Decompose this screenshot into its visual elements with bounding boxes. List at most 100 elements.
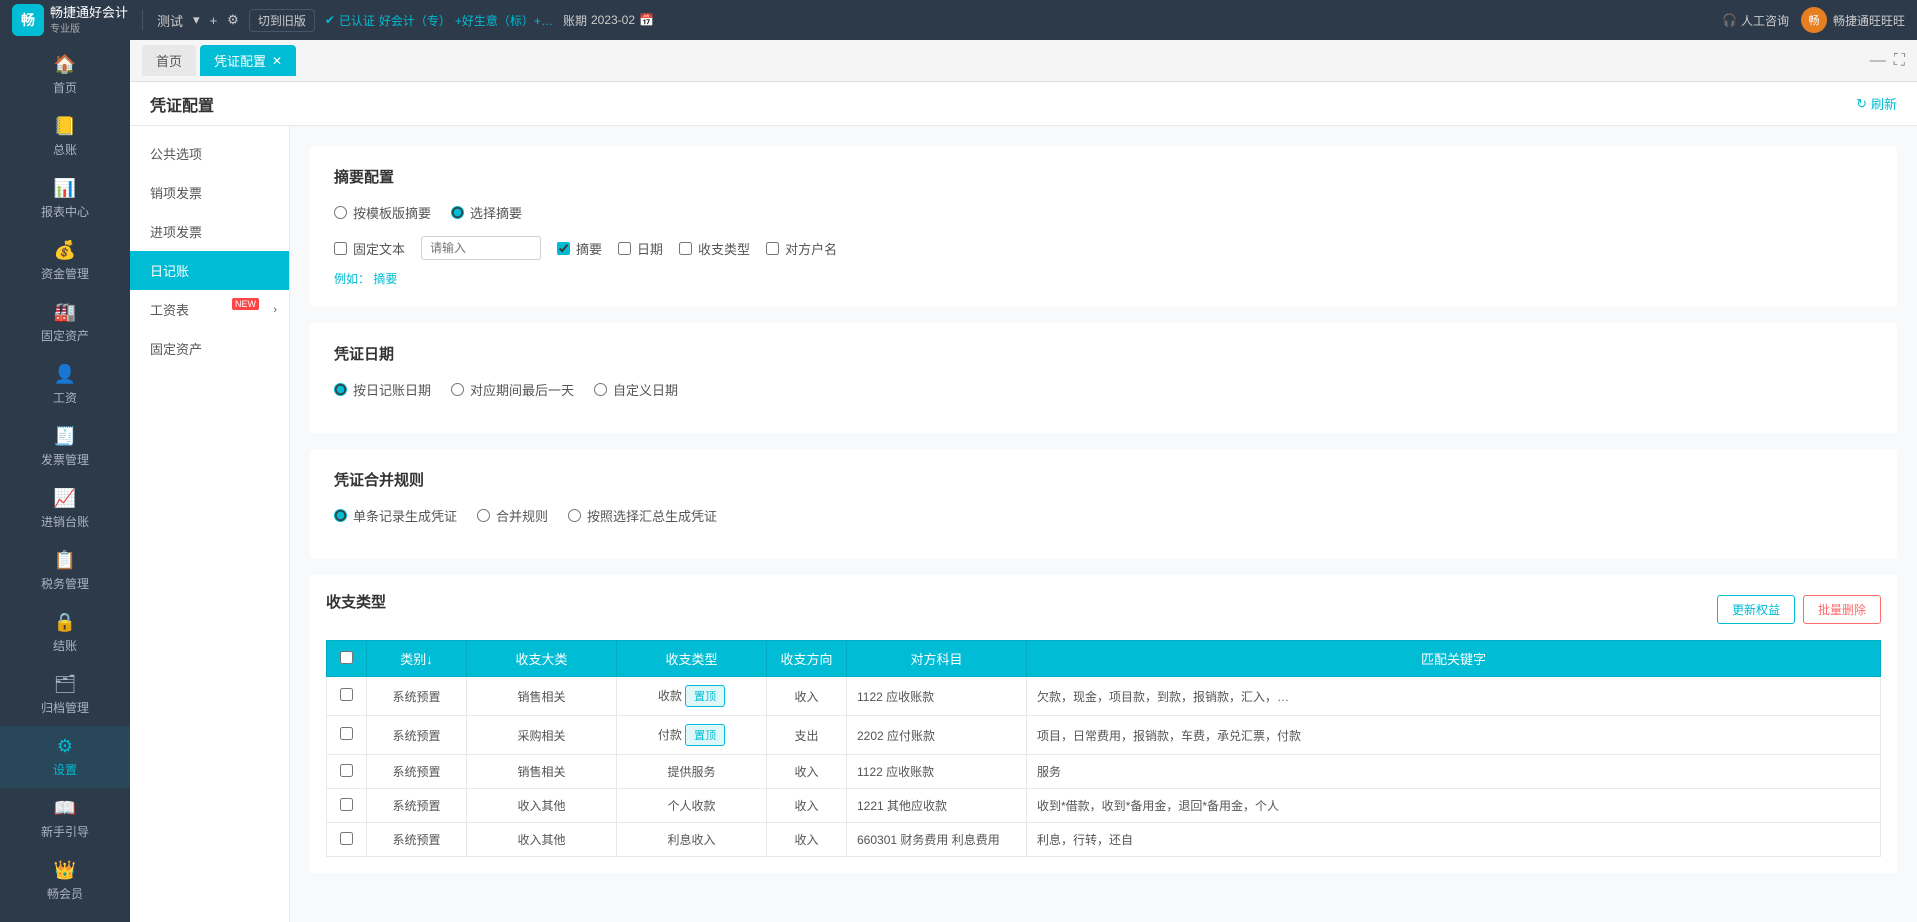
col-check[interactable] <box>327 641 367 677</box>
user-name: 畅捷通旺旺旺 <box>1833 12 1905 29</box>
summary-radio-group: 按模板版摘要 选择摘要 <box>334 203 1873 222</box>
check-income-type[interactable]: 收支类型 <box>679 239 750 258</box>
row-direction-2: 收入 <box>767 755 847 789</box>
row-checkbox-4[interactable] <box>340 832 353 845</box>
sidebar: 🏠 首页 📒 总账 📊 报表中心 💰 资金管理 🏭 固定资产 👤 工资 🧾 发票… <box>0 40 130 922</box>
row-check-3[interactable] <box>327 789 367 823</box>
add-icon[interactable]: + <box>210 13 218 28</box>
check-counterpart-input[interactable] <box>766 242 779 255</box>
tab-voucher-config[interactable]: 凭证配置 ✕ <box>200 45 296 76</box>
row-keywords-4: 利息，行转，还自 <box>1027 823 1881 857</box>
col-type: 收支类型 <box>617 641 767 677</box>
radio-custom-date-input[interactable] <box>594 383 607 396</box>
nav-item-payroll[interactable]: 工资表 NEW › <box>130 290 289 329</box>
sidebar-item-member[interactable]: 👑 畅会员 <box>0 850 130 912</box>
row-direction-0: 收入 <box>767 677 847 716</box>
row-category-3: 系统预置 <box>367 789 467 823</box>
settings-icon[interactable]: ⚙ <box>227 12 239 28</box>
user-menu[interactable]: 畅 畅捷通旺旺旺 <box>1801 7 1905 33</box>
nav-item-sales-invoice[interactable]: 销项发票 <box>130 173 289 212</box>
update-btn[interactable]: 更新权益 <box>1717 595 1795 624</box>
nav-item-public[interactable]: 公共选项 <box>130 134 289 173</box>
service-btn[interactable]: 🎧 人工咨询 <box>1722 12 1789 29</box>
check-summary-input[interactable] <box>557 242 570 255</box>
headphone-icon: 🎧 <box>1722 13 1737 27</box>
radio-diary-date-input[interactable] <box>334 383 347 396</box>
radio-period-last[interactable]: 对应期间最后一天 <box>451 380 574 399</box>
select-all-checkbox[interactable] <box>340 651 353 664</box>
radio-single-record[interactable]: 单条记录生成凭证 <box>334 506 457 525</box>
row-major-4: 收入其他 <box>467 823 617 857</box>
sidebar-item-assets[interactable]: 🏭 固定资产 <box>0 292 130 354</box>
row-keywords-2: 服务 <box>1027 755 1881 789</box>
topbar: 畅 畅捷通好会计 专业版 测试 ▾ + ⚙ 切到旧版 ✔ 已认证 好会计（专） … <box>0 0 1917 40</box>
sidebar-item-reports[interactable]: 📊 报表中心 <box>0 168 130 230</box>
row-checkbox-0[interactable] <box>340 688 353 701</box>
check-date[interactable]: 日期 <box>618 239 663 258</box>
radio-period-last-input[interactable] <box>451 383 464 396</box>
sidebar-label-member: 畅会员 <box>47 885 83 902</box>
radio-merge-rule-input[interactable] <box>477 509 490 522</box>
sidebar-item-salary[interactable]: 👤 工资 <box>0 354 130 416</box>
home-icon: 🏠 <box>54 54 76 75</box>
minimize-btn[interactable]: — <box>1870 52 1886 70</box>
type-tag-btn-1[interactable]: 置顶 <box>685 724 725 746</box>
sidebar-item-stock[interactable]: 📈 进销台账 <box>0 478 130 540</box>
radio-diary-date[interactable]: 按日记账日期 <box>334 380 431 399</box>
delete-btn[interactable]: 批量删除 <box>1803 595 1881 624</box>
row-account-2: 1122 应收账款 <box>847 755 1027 789</box>
sidebar-item-archive[interactable]: 🗂 归档管理 <box>0 664 130 726</box>
type-tag-btn-0[interactable]: 置顶 <box>685 685 725 707</box>
invoice-icon: 🧾 <box>54 426 76 447</box>
sidebar-item-home[interactable]: 🏠 首页 <box>0 44 130 106</box>
radio-summary-total-input[interactable] <box>568 509 581 522</box>
income-expense-title: 收支类型 <box>326 591 386 612</box>
check-fixed-text[interactable]: 固定文本 <box>334 239 405 258</box>
row-keywords-3: 收到*借款，收到*备用金，退回*备用金，个人 <box>1027 789 1881 823</box>
sidebar-item-guide[interactable]: 📖 新手引导 <box>0 788 130 850</box>
refresh-btn[interactable]: ↻ 刷新 <box>1856 94 1897 113</box>
row-check-1[interactable] <box>327 716 367 755</box>
row-check-2[interactable] <box>327 755 367 789</box>
row-check-4[interactable] <box>327 823 367 857</box>
radio-template-input[interactable] <box>334 206 347 219</box>
nav-item-diary[interactable]: 日记账 <box>130 251 289 290</box>
row-checkbox-1[interactable] <box>340 727 353 740</box>
merge-rules-title: 凭证合并规则 <box>334 469 1873 490</box>
check-fixed-text-input[interactable] <box>334 242 347 255</box>
sidebar-item-ledger[interactable]: 📒 总账 <box>0 106 130 168</box>
maximize-btn[interactable]: ⛶ <box>1894 52 1905 70</box>
col-dir: 收支方向 <box>767 641 847 677</box>
tab-close-btn[interactable]: ✕ <box>272 54 282 68</box>
logo: 畅 畅捷通好会计 专业版 <box>12 4 128 36</box>
nav-item-purchase-invoice[interactable]: 进项发票 <box>130 212 289 251</box>
company-dropdown[interactable]: ▾ <box>193 12 200 28</box>
radio-custom-date[interactable]: 自定义日期 <box>594 380 678 399</box>
sidebar-item-invoice[interactable]: 🧾 发票管理 <box>0 416 130 478</box>
fixed-text-input[interactable] <box>421 236 541 260</box>
tab-home[interactable]: 首页 <box>142 45 196 76</box>
switch-old-btn[interactable]: 切到旧版 <box>249 9 315 32</box>
sidebar-item-tax[interactable]: 📋 税务管理 <box>0 540 130 602</box>
check-summary[interactable]: 摘要 <box>557 239 602 258</box>
sidebar-item-settings[interactable]: ⚙ 设置 <box>0 726 130 788</box>
row-check-0[interactable] <box>327 677 367 716</box>
settings-icon: ⚙ <box>57 736 73 757</box>
nav-item-fixed-assets[interactable]: 固定资产 <box>130 329 289 368</box>
check-date-input[interactable] <box>618 242 631 255</box>
radio-merge-rule[interactable]: 合并规则 <box>477 506 548 525</box>
check-counterpart[interactable]: 对方户名 <box>766 239 837 258</box>
sidebar-item-close[interactable]: 🔒 结账 <box>0 602 130 664</box>
radio-single-record-input[interactable] <box>334 509 347 522</box>
radio-summary-total[interactable]: 按照选择汇总生成凭证 <box>568 506 717 525</box>
check-income-type-input[interactable] <box>679 242 692 255</box>
radio-select-input[interactable] <box>451 206 464 219</box>
row-major-0: 销售相关 <box>467 677 617 716</box>
logo-icon: 畅 <box>12 4 44 36</box>
row-checkbox-2[interactable] <box>340 764 353 777</box>
calendar-icon[interactable]: 📅 <box>639 13 654 27</box>
radio-template[interactable]: 按模板版摘要 <box>334 203 431 222</box>
radio-select[interactable]: 选择摘要 <box>451 203 522 222</box>
sidebar-item-funds[interactable]: 💰 资金管理 <box>0 230 130 292</box>
row-checkbox-3[interactable] <box>340 798 353 811</box>
